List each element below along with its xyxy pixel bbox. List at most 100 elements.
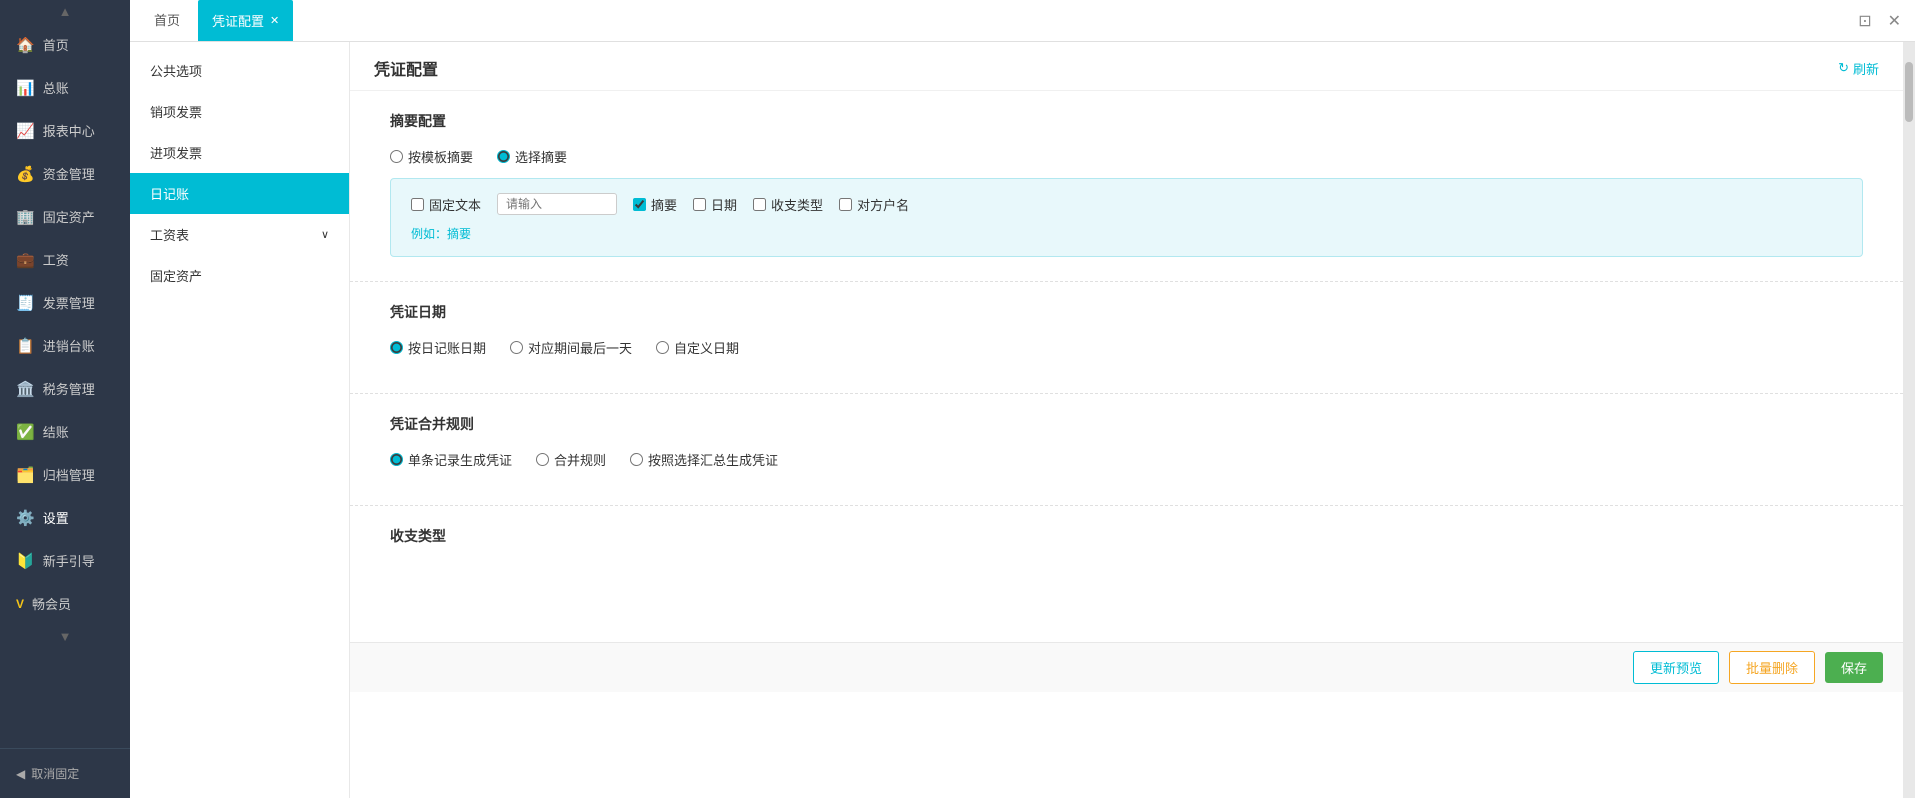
- refresh-button[interactable]: ↻ 刷新: [1838, 59, 1879, 78]
- report-icon: 📈: [16, 122, 35, 140]
- member-icon: V: [16, 597, 24, 611]
- content-wrapper: 公共选项 销项发票 进项发票 日记账 工资表 ∨ 固定资产 凭证配置: [130, 42, 1915, 798]
- income-expense-type-section: 收支类型: [350, 506, 1903, 642]
- right-content-area: 凭证配置 ↻ 刷新 摘要配置 按模板摘要 选择摘要: [350, 42, 1903, 798]
- tax-icon: 🏛️: [16, 380, 35, 398]
- unpin-icon: ◀: [16, 767, 25, 781]
- left-nav: 公共选项 销项发票 进项发票 日记账 工资表 ∨ 固定资产: [130, 42, 350, 798]
- sidebar-item-fixed-assets[interactable]: 🏢 固定资产: [0, 195, 130, 238]
- sidebar-item-fund-management[interactable]: 💰 资金管理: [0, 152, 130, 195]
- voucher-merge-radio-group: 单条记录生成凭证 合并规则 按照选择汇总生成凭证: [390, 450, 1863, 469]
- by-selection-total-radio-label[interactable]: 按照选择汇总生成凭证: [630, 450, 778, 469]
- fixed-assets-icon: 🏢: [16, 208, 35, 226]
- summary-options-box: 固定文本 摘要 日期 收支类型: [390, 178, 1863, 257]
- sidebar-item-settlement[interactable]: ✅ 结账: [0, 410, 130, 453]
- template-summary-radio[interactable]: [390, 150, 403, 163]
- example-text: 例如：摘要: [411, 225, 1842, 242]
- refresh-icon: ↻: [1838, 60, 1849, 76]
- update-preview-button[interactable]: 更新预览: [1633, 651, 1719, 684]
- voucher-date-radio-group: 按日记账日期 对应期间最后一天 自定义日期: [390, 338, 1863, 357]
- sidebar-item-general-ledger[interactable]: 📊 总账: [0, 66, 130, 109]
- archive-icon: 🗂️: [16, 466, 35, 484]
- tab-bar-actions: ⊡ ✕: [1854, 9, 1905, 33]
- summary-config-title: 摘要配置: [390, 111, 1863, 131]
- sidebar-scroll-up[interactable]: ▲: [0, 0, 130, 23]
- newbie-icon: 🔰: [16, 552, 35, 570]
- scroll-strip: [1903, 42, 1915, 798]
- by-selection-total-radio[interactable]: [630, 453, 643, 466]
- restore-window-button[interactable]: ⊡: [1854, 9, 1875, 33]
- sidebar-item-report-center[interactable]: 📈 报表中心: [0, 109, 130, 152]
- sidebar-item-tax-management[interactable]: 🏛️ 税务管理: [0, 367, 130, 410]
- left-nav-fixed-assets[interactable]: 固定资产: [130, 255, 349, 296]
- summary-checkbox-label[interactable]: 摘要: [633, 195, 677, 214]
- save-button[interactable]: 保存: [1825, 652, 1883, 683]
- settlement-icon: ✅: [16, 423, 35, 441]
- by-journal-date-radio[interactable]: [390, 341, 403, 354]
- main-content: 首页 凭证配置 ✕ ⊡ ✕ 公共选项 销项发票 进项发票 日记账: [130, 0, 1915, 798]
- voucher-merge-title: 凭证合并规则: [390, 414, 1863, 434]
- summary-radio-group: 按模板摘要 选择摘要: [390, 147, 1863, 166]
- left-nav-journal[interactable]: 日记账: [130, 173, 349, 214]
- tab-home[interactable]: 首页: [140, 0, 194, 41]
- settings-icon: ⚙️: [16, 509, 35, 527]
- single-record-radio-label[interactable]: 单条记录生成凭证: [390, 450, 512, 469]
- tab-voucher-config[interactable]: 凭证配置 ✕: [198, 0, 293, 41]
- single-record-radio[interactable]: [390, 453, 403, 466]
- custom-date-radio[interactable]: [656, 341, 669, 354]
- income-expense-type-checkbox-label[interactable]: 收支类型: [753, 195, 823, 214]
- summary-checkbox[interactable]: [633, 198, 646, 211]
- tab-close-icon[interactable]: ✕: [270, 14, 279, 27]
- template-summary-radio-label[interactable]: 按模板摘要: [390, 147, 473, 166]
- left-nav-public-options[interactable]: 公共选项: [130, 50, 349, 91]
- income-expense-type-checkbox[interactable]: [753, 198, 766, 211]
- fixed-text-checkbox[interactable]: [411, 198, 424, 211]
- close-window-button[interactable]: ✕: [1884, 9, 1905, 33]
- sidebar-item-member[interactable]: V 畅会员: [0, 582, 130, 625]
- income-expense-type-title: 收支类型: [390, 526, 1863, 546]
- payroll-icon: 💼: [16, 251, 35, 269]
- sidebar-item-payroll[interactable]: 💼 工资: [0, 238, 130, 281]
- left-nav-sales-invoice[interactable]: 销项发票: [130, 91, 349, 132]
- sidebar-bottom: ◀ 取消固定: [0, 748, 130, 798]
- sidebar-item-home[interactable]: 🏠 首页: [0, 23, 130, 66]
- invoice-icon: 🧾: [16, 294, 35, 312]
- merge-rule-radio-label[interactable]: 合并规则: [536, 450, 606, 469]
- left-nav-purchase-invoice[interactable]: 进项发票: [130, 132, 349, 173]
- footer-bar: 更新预览 批量删除 保存: [350, 642, 1903, 692]
- sidebar-item-purchase-sale[interactable]: 📋 进销台账: [0, 324, 130, 367]
- by-period-last-day-radio-label[interactable]: 对应期间最后一天: [510, 338, 632, 357]
- counterparty-name-checkbox[interactable]: [839, 198, 852, 211]
- unpin-sidebar-button[interactable]: ◀ 取消固定: [0, 757, 130, 790]
- voucher-merge-section: 凭证合并规则 单条记录生成凭证 合并规则 按照选择汇总生成凭证: [350, 394, 1903, 506]
- home-icon: 🏠: [16, 36, 35, 54]
- by-journal-date-radio-label[interactable]: 按日记账日期: [390, 338, 486, 357]
- page-title: 凭证配置: [374, 56, 438, 80]
- date-checkbox[interactable]: [693, 198, 706, 211]
- scroll-thumb[interactable]: [1905, 62, 1913, 122]
- chevron-down-icon: ∨: [321, 228, 329, 241]
- counterparty-name-checkbox-label[interactable]: 对方户名: [839, 195, 909, 214]
- voucher-date-section: 凭证日期 按日记账日期 对应期间最后一天 自定义日期: [350, 282, 1903, 394]
- fixed-text-input[interactable]: [497, 193, 617, 215]
- sidebar-item-invoice-management[interactable]: 🧾 发票管理: [0, 281, 130, 324]
- select-summary-radio-label[interactable]: 选择摘要: [497, 147, 567, 166]
- purchase-sale-icon: 📋: [16, 337, 35, 355]
- sidebar-item-newbie-guide[interactable]: 🔰 新手引导: [0, 539, 130, 582]
- by-period-last-day-radio[interactable]: [510, 341, 523, 354]
- fixed-text-checkbox-label[interactable]: 固定文本: [411, 195, 481, 214]
- merge-rule-radio[interactable]: [536, 453, 549, 466]
- date-checkbox-label[interactable]: 日期: [693, 195, 737, 214]
- fund-icon: 💰: [16, 165, 35, 183]
- sidebar: ▲ 🏠 首页 📊 总账 📈 报表中心 💰 资金管理 🏢 固定资产 💼 工资 🧾 …: [0, 0, 130, 798]
- summary-checkbox-group: 固定文本 摘要 日期 收支类型: [411, 193, 1842, 215]
- left-nav-payroll-sheet[interactable]: 工资表 ∨: [130, 214, 349, 255]
- sidebar-item-settings[interactable]: ⚙️ 设置: [0, 496, 130, 539]
- sidebar-scroll-down[interactable]: ▼: [0, 625, 130, 648]
- batch-delete-button[interactable]: 批量删除: [1729, 651, 1815, 684]
- custom-date-radio-label[interactable]: 自定义日期: [656, 338, 739, 357]
- tab-bar: 首页 凭证配置 ✕ ⊡ ✕: [130, 0, 1915, 42]
- select-summary-radio[interactable]: [497, 150, 510, 163]
- sidebar-item-archive-management[interactable]: 🗂️ 归档管理: [0, 453, 130, 496]
- summary-config-section: 摘要配置 按模板摘要 选择摘要 固定文本: [350, 91, 1903, 282]
